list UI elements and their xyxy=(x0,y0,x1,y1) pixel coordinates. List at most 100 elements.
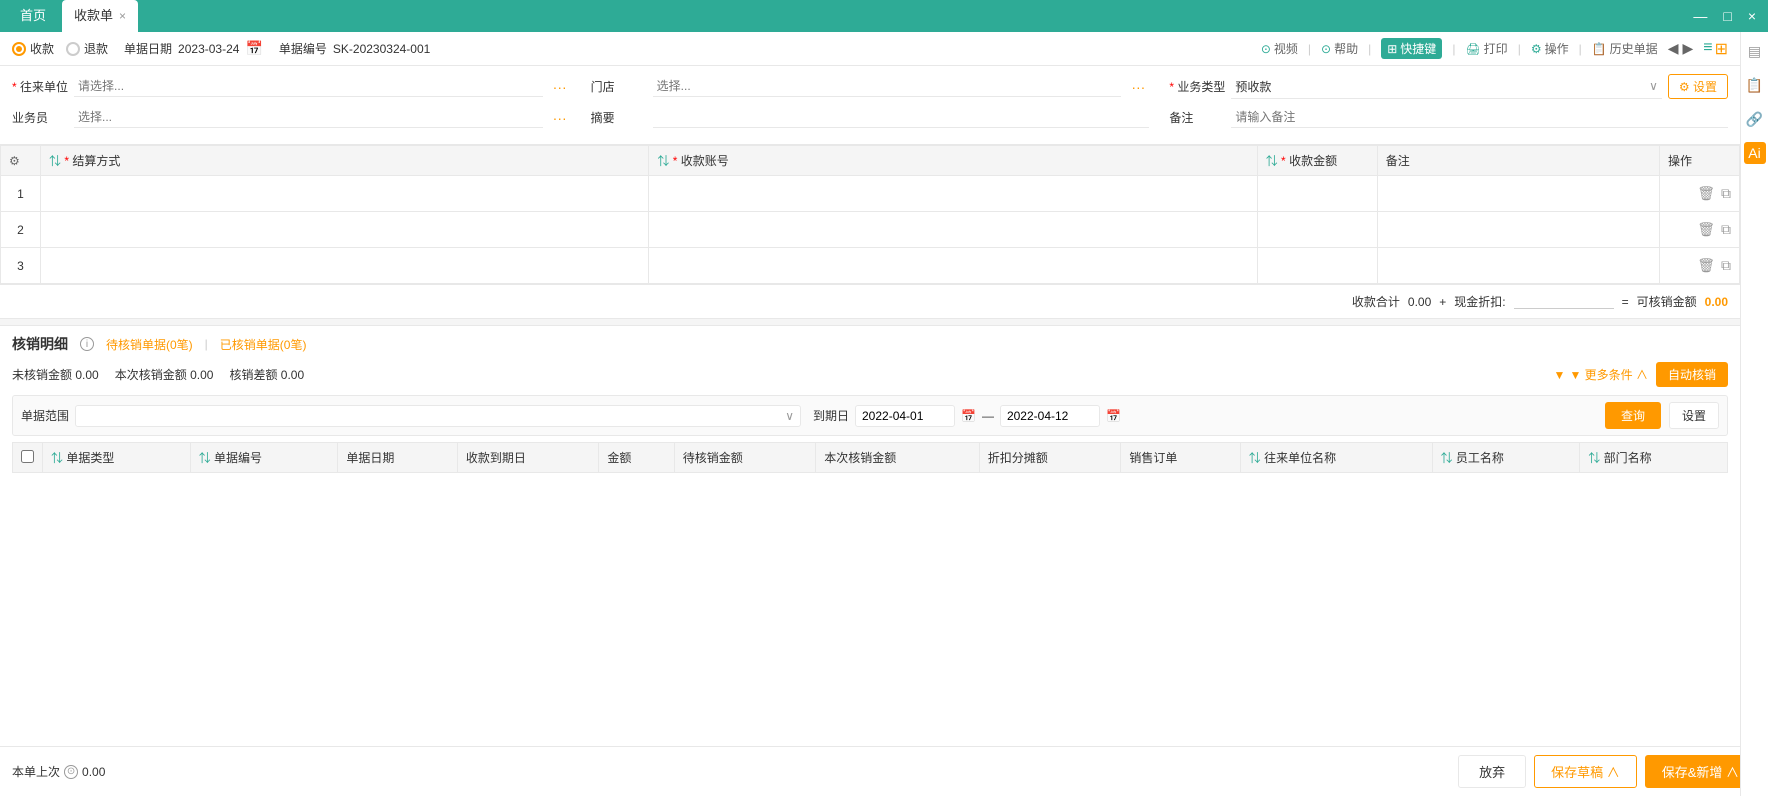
print-btn[interactable]: 🖨 打印 xyxy=(1465,40,1507,57)
date-range-field: 到期日 📅 — 📅 xyxy=(813,405,1593,427)
th-gear[interactable]: ⚙ xyxy=(1,146,41,176)
tab-active-label: 收款单 xyxy=(74,0,113,32)
delete-row-3-btn[interactable]: 🗑 xyxy=(1697,257,1715,274)
row-account-3[interactable] xyxy=(649,248,1257,284)
setting-button[interactable]: ⚙ 设置 xyxy=(1668,74,1728,99)
staff-more-icon[interactable]: ··· xyxy=(549,110,571,126)
sort-icon-account[interactable]: ⇅ xyxy=(657,154,669,168)
th-amount: ⇅ * 收款金额 xyxy=(1257,146,1377,176)
calendar-icon[interactable]: 📅 xyxy=(245,40,262,57)
tab-close-btn[interactable]: × xyxy=(119,0,126,32)
diff-label: 核销差额 xyxy=(229,368,277,382)
current-stat: 本次核销金额 0.00 xyxy=(115,366,214,383)
delete-row-2-btn[interactable]: 🗑 xyxy=(1697,221,1715,238)
summary-input[interactable] xyxy=(653,107,1150,128)
required-star-account: * xyxy=(673,154,678,168)
date-to-input[interactable] xyxy=(1000,405,1100,427)
close-btn[interactable]: × xyxy=(1744,8,1760,24)
sort-icon-staff[interactable]: ⇅ xyxy=(1441,451,1453,465)
sort-icon-amount[interactable]: ⇅ xyxy=(1266,154,1278,168)
prev-info-icon[interactable]: ⊙ xyxy=(64,765,78,779)
copy-row-2-btn[interactable]: ⧉ xyxy=(1721,221,1731,238)
staff-input[interactable] xyxy=(74,107,543,128)
minimize-btn[interactable]: — xyxy=(1689,8,1711,24)
select-all-checkbox[interactable] xyxy=(21,450,34,463)
tab-home[interactable]: 首页 xyxy=(8,0,58,32)
row-account-1[interactable] xyxy=(649,176,1257,212)
tab-done[interactable]: 已核销单据(0笔) xyxy=(220,336,307,353)
sort-icon-dept[interactable]: ⇅ xyxy=(1588,451,1600,465)
date-from-input[interactable] xyxy=(855,405,955,427)
nav-left-btn[interactable]: ◀ xyxy=(1668,40,1679,57)
th-doc-number-label: 单据编号 xyxy=(214,451,262,465)
help-btn[interactable]: ⊙ 帮助 xyxy=(1321,40,1358,57)
sidebar-icon-table[interactable]: ▤ xyxy=(1744,40,1766,62)
radio-dot-tuikuan xyxy=(66,42,80,56)
th-discount: 折扣分摊额 xyxy=(979,443,1121,473)
radio-shoukuan[interactable]: 收款 xyxy=(12,40,54,57)
remark-input[interactable] xyxy=(1231,107,1728,128)
date-value[interactable]: 2023-03-24 xyxy=(178,42,239,56)
info-icon[interactable]: i xyxy=(80,337,94,351)
help-icon: ⊙ xyxy=(1321,42,1331,56)
save-draft-button[interactable]: 保存草稿 ∧ xyxy=(1534,755,1637,788)
partner-more-icon[interactable]: ··· xyxy=(549,79,571,95)
gear-icon[interactable]: ⚙ xyxy=(9,154,20,168)
sidebar-icon-ai[interactable]: Ai xyxy=(1744,142,1766,164)
row-account-2[interactable] xyxy=(649,212,1257,248)
row-remark-2[interactable] xyxy=(1377,212,1659,248)
video-btn[interactable]: ⊙ 视频 xyxy=(1261,40,1298,57)
row-amount-1[interactable] xyxy=(1257,176,1377,212)
shop-more-icon[interactable]: ··· xyxy=(1127,79,1149,95)
nav-right-btn[interactable]: ▶ xyxy=(1682,40,1693,57)
view-list-btn[interactable]: ≡ xyxy=(1703,39,1712,59)
range-select[interactable]: ∨ xyxy=(75,405,801,427)
row-payment-3[interactable] xyxy=(41,248,649,284)
row-amount-2[interactable] xyxy=(1257,212,1377,248)
shop-input[interactable] xyxy=(653,76,1122,97)
partner-field: 往来单位 ··· xyxy=(12,76,571,97)
more-conditions-btn[interactable]: ▼ ▼ 更多条件 ∧ xyxy=(1554,366,1648,383)
copy-row-1-btn[interactable]: ⧉ xyxy=(1721,185,1731,202)
range-label: 单据范围 xyxy=(21,407,69,424)
th-amount: 金额 xyxy=(599,443,674,473)
view-grid-btn[interactable]: ⊞ xyxy=(1715,39,1728,59)
settings-button[interactable]: 设置 xyxy=(1669,402,1719,429)
auto-verify-btn[interactable]: 自动核销 xyxy=(1656,362,1728,387)
sort-icon-partner[interactable]: ⇅ xyxy=(1249,451,1261,465)
row-remark-1[interactable] xyxy=(1377,176,1659,212)
date-to-icon[interactable]: 📅 xyxy=(1106,409,1121,423)
radio-dot-shoukuan xyxy=(12,42,26,56)
summary-row: 收款合计 0.00 + 现金折扣: = 可核销金额 0.00 xyxy=(0,284,1740,318)
sort-icon-payment[interactable]: ⇅ xyxy=(49,154,61,168)
tab-active[interactable]: 收款单 × xyxy=(62,0,138,32)
video-icon: ⊙ xyxy=(1261,42,1271,56)
row-amount-3[interactable] xyxy=(1257,248,1377,284)
abandon-button[interactable]: 放弃 xyxy=(1458,755,1526,788)
query-button[interactable]: 查询 xyxy=(1605,402,1661,429)
copy-row-3-btn[interactable]: ⧉ xyxy=(1721,257,1731,274)
sort-icon-type[interactable]: ⇅ xyxy=(51,451,63,465)
biz-type-value: 预收款 xyxy=(1235,78,1649,95)
tab-pending[interactable]: 待核销单据(0笔) xyxy=(106,336,193,353)
partner-input[interactable] xyxy=(74,76,543,97)
delete-row-1-btn[interactable]: 🗑 xyxy=(1697,185,1715,202)
row-payment-1[interactable] xyxy=(41,176,649,212)
date-from-icon[interactable]: 📅 xyxy=(961,409,976,423)
th-remark: 备注 xyxy=(1377,146,1659,176)
radio-tuikuan[interactable]: 退款 xyxy=(66,40,108,57)
table-row: 2 🗑 ⧉ xyxy=(1,212,1740,248)
history-btn[interactable]: 📋 历史单据 xyxy=(1592,40,1658,57)
maximize-btn[interactable]: □ xyxy=(1719,8,1735,24)
row-remark-3[interactable] xyxy=(1377,248,1659,284)
sidebar-icon-doc[interactable]: 📋 xyxy=(1744,74,1766,96)
discount-input[interactable] xyxy=(1514,294,1614,309)
shortcut-btn[interactable]: ⊞ 快捷键 xyxy=(1381,38,1442,59)
sidebar-icon-link[interactable]: 🔗 xyxy=(1744,108,1766,130)
th-current-verify: 本次核销金额 xyxy=(816,443,980,473)
ops-btn[interactable]: ⚙ 操作 xyxy=(1531,40,1569,57)
th-doc-date: 单据日期 xyxy=(338,443,457,473)
biz-type-select[interactable]: 预收款 ∨ xyxy=(1231,75,1662,99)
row-payment-2[interactable] xyxy=(41,212,649,248)
sort-icon-number[interactable]: ⇅ xyxy=(199,451,211,465)
